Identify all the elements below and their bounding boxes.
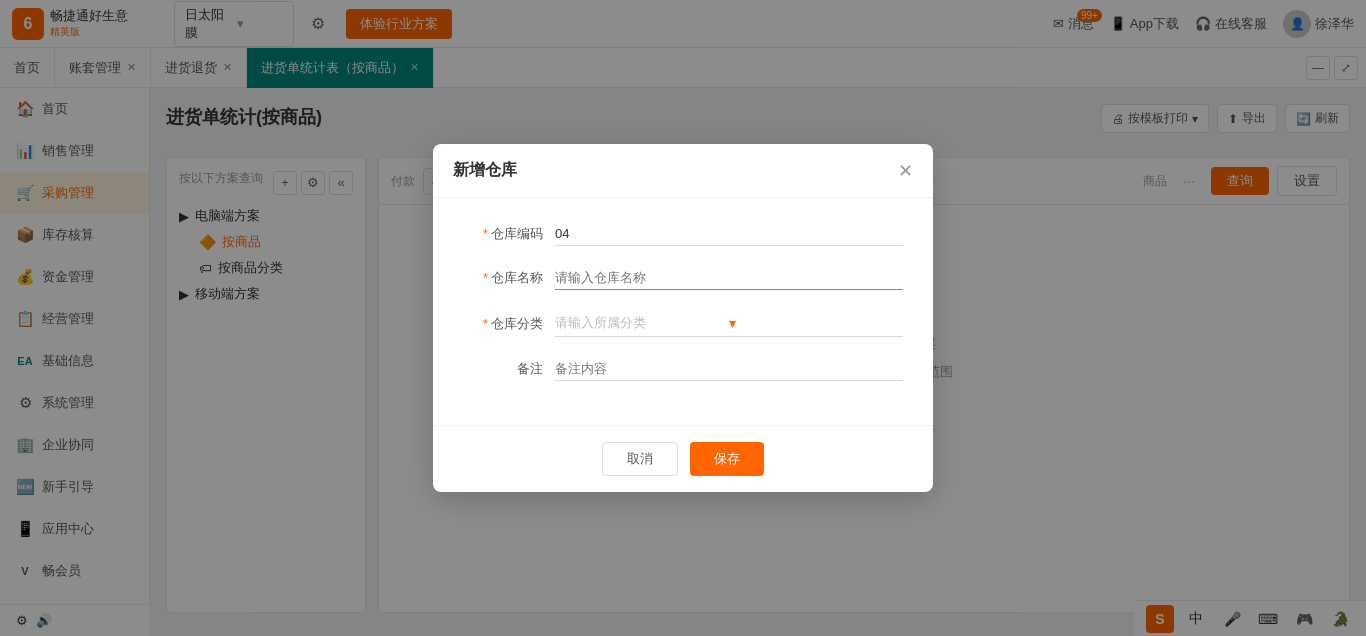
label-remark: 备注 [463, 360, 543, 378]
cancel-button[interactable]: 取消 [602, 442, 678, 476]
input-remark[interactable] [555, 357, 903, 381]
label-name: 仓库名称 [463, 269, 543, 287]
form-row-category: 仓库分类 请输入所属分类 ▾ [463, 310, 903, 337]
form-row-remark: 备注 [463, 357, 903, 381]
label-category: 仓库分类 [463, 315, 543, 333]
select-category-placeholder: 请输入所属分类 [555, 314, 729, 332]
save-button[interactable]: 保存 [690, 442, 764, 476]
dialog-header: 新增仓库 ✕ [433, 144, 933, 198]
label-code: 仓库编码 [463, 225, 543, 243]
select-category-arrow: ▾ [729, 315, 903, 331]
form-row-code: 仓库编码 [463, 222, 903, 246]
dialog-close-btn[interactable]: ✕ [898, 162, 913, 180]
dialog-overlay[interactable]: 新增仓库 ✕ 仓库编码 仓库名称 仓库分类 请输入所属分类 ▾ [0, 0, 1366, 636]
dialog-footer: 取消 保存 [433, 425, 933, 492]
input-warehouse-code[interactable] [555, 222, 903, 246]
add-warehouse-dialog: 新增仓库 ✕ 仓库编码 仓库名称 仓库分类 请输入所属分类 ▾ [433, 144, 933, 492]
form-row-name: 仓库名称 [463, 266, 903, 290]
dialog-body: 仓库编码 仓库名称 仓库分类 请输入所属分类 ▾ 备注 [433, 198, 933, 425]
select-warehouse-category[interactable]: 请输入所属分类 ▾ [555, 310, 903, 337]
input-warehouse-name[interactable] [555, 266, 903, 290]
dialog-title: 新增仓库 [453, 160, 517, 181]
